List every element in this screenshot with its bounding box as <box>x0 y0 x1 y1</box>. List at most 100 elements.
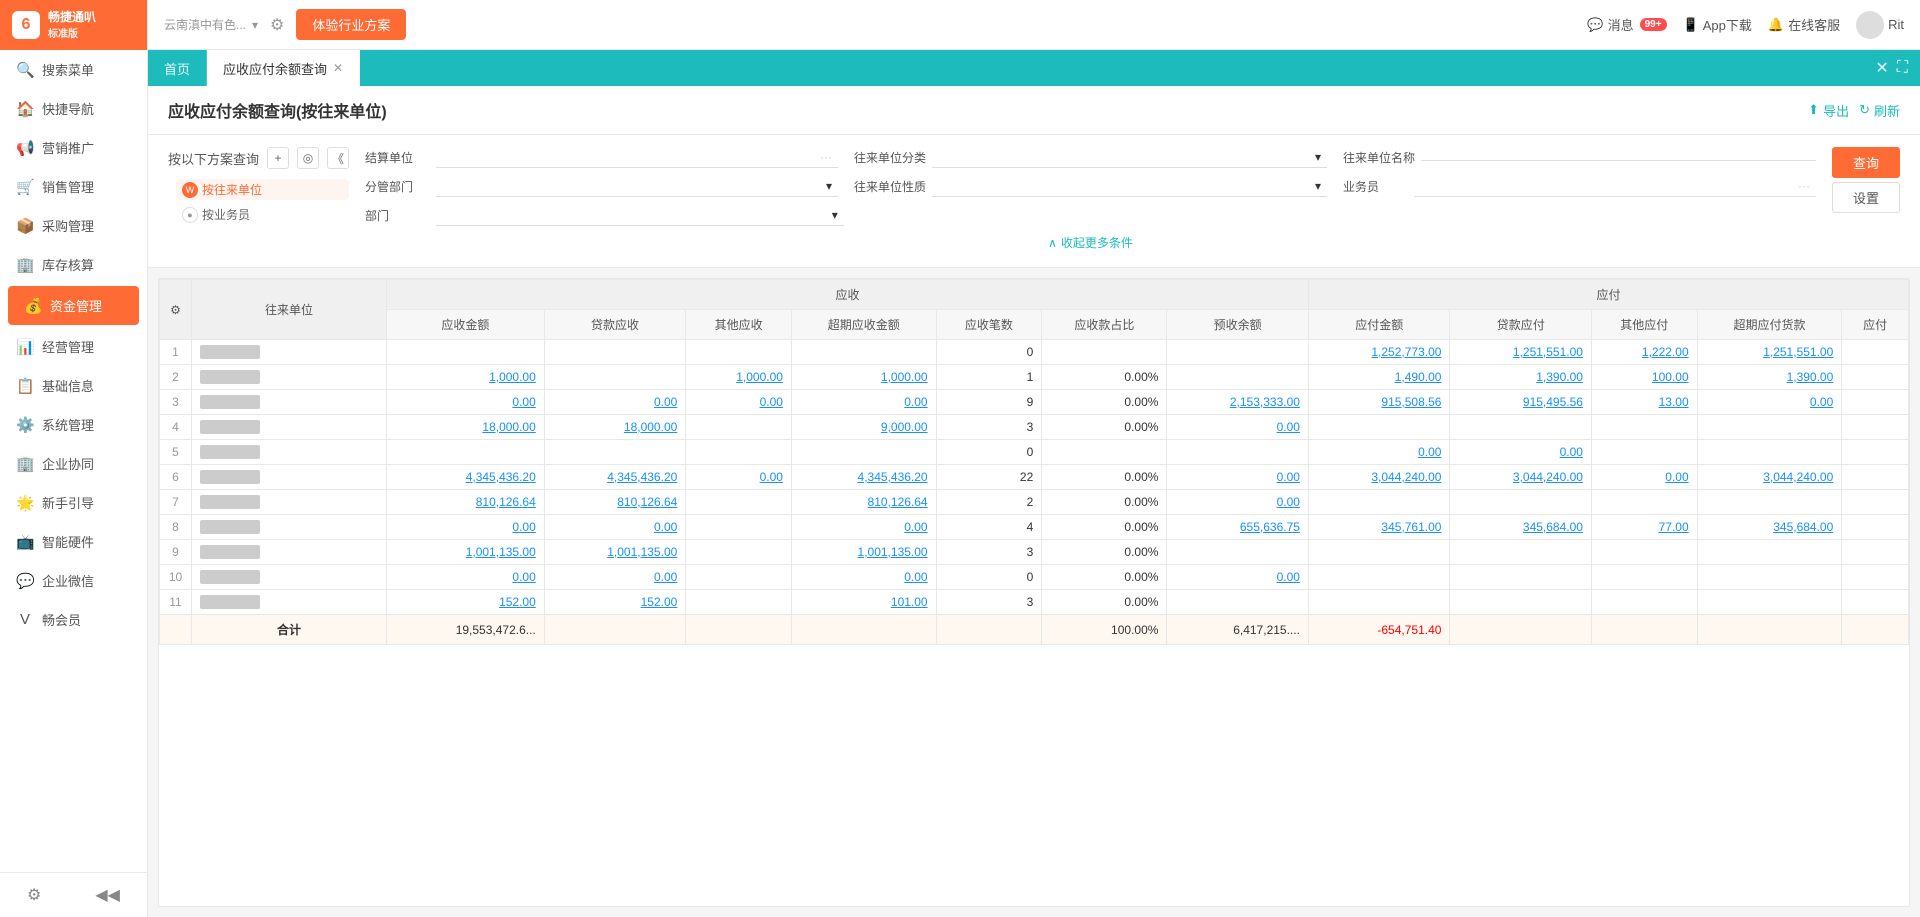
prepay-cell[interactable]: 0.00 <box>1167 465 1309 490</box>
ap_loan-cell[interactable]: 0.00 <box>1450 440 1592 465</box>
tab-close-icon[interactable]: ✕ <box>333 61 343 75</box>
ar_loan-cell[interactable]: 18,000.00 <box>544 415 686 440</box>
ar_loan-cell[interactable]: 4,345,436.20 <box>544 465 686 490</box>
export-button[interactable]: ⬆ 导出 <box>1808 101 1849 120</box>
topbar-gear-icon[interactable]: ⚙ <box>270 15 284 35</box>
sidebar-item-inventory[interactable]: 🏢 库存核算 <box>0 245 147 284</box>
sidebar-item-marketing[interactable]: 📢 营销推广 <box>0 128 147 167</box>
ap_other-cell[interactable]: 0.00 <box>1591 465 1697 490</box>
ap_amount-cell[interactable]: 345,761.00 <box>1308 515 1450 540</box>
prepay-cell[interactable]: 0.00 <box>1167 415 1309 440</box>
edit-scheme-button[interactable]: ◎ <box>297 147 319 169</box>
ar_loan-cell[interactable]: 152.00 <box>544 590 686 615</box>
sidebar-item-sales[interactable]: 🛒 销售管理 <box>0 167 147 206</box>
ar_amount-cell[interactable]: 0.00 <box>387 515 545 540</box>
ap_other-cell[interactable]: 1,222.00 <box>1591 340 1697 365</box>
prepay-cell[interactable]: 2,153,333.00 <box>1167 390 1309 415</box>
try-solution-button[interactable]: 体验行业方案 <box>296 9 406 40</box>
prepay-cell[interactable]: 0.00 <box>1167 565 1309 590</box>
ar_overdue-cell[interactable]: 101.00 <box>791 590 936 615</box>
salesman-input[interactable]: ··· <box>1414 176 1816 197</box>
manage-dept-input[interactable]: ▾ <box>436 176 838 197</box>
ar_amount-cell[interactable]: 1,001,135.00 <box>387 540 545 565</box>
tab-maximize-icon[interactable]: ⛶ <box>1897 59 1908 77</box>
ap_amount-cell[interactable]: 915,508.56 <box>1308 390 1450 415</box>
sidebar-item-finance[interactable]: 💰 资金管理 <box>8 286 139 325</box>
ar_overdue-cell[interactable]: 1,001,135.00 <box>791 540 936 565</box>
collapse-sidebar-icon[interactable]: ◀◀ <box>95 885 120 905</box>
ap_amount-cell[interactable]: 3,044,240.00 <box>1308 465 1450 490</box>
ar_amount-cell[interactable]: 0.00 <box>387 390 545 415</box>
sidebar-item-guide[interactable]: 🌟 新手引导 <box>0 483 147 522</box>
ap_overdue-cell[interactable]: 3,044,240.00 <box>1697 465 1842 490</box>
ar_overdue-cell[interactable]: 0.00 <box>791 390 936 415</box>
prepay-cell[interactable]: 0.00 <box>1167 490 1309 515</box>
ap_loan-cell[interactable]: 345,684.00 <box>1450 515 1592 540</box>
ar_other-cell[interactable]: 0.00 <box>686 465 792 490</box>
ar_loan-cell[interactable]: 810,126.64 <box>544 490 686 515</box>
ap_amount-cell[interactable]: 0.00 <box>1308 440 1450 465</box>
ap_loan-cell[interactable]: 3,044,240.00 <box>1450 465 1592 490</box>
ap_loan-cell[interactable]: 915,495.56 <box>1450 390 1592 415</box>
ar_loan-cell[interactable]: 1,001,135.00 <box>544 540 686 565</box>
ar_loan-cell[interactable]: 0.00 <box>544 390 686 415</box>
settings-col-header[interactable]: ⚙ <box>160 280 192 340</box>
sidebar-item-corp[interactable]: 🏢 企业协同 <box>0 444 147 483</box>
sidebar-item-wechat[interactable]: 💬 企业微信 <box>0 561 147 600</box>
ar_overdue-cell[interactable]: 810,126.64 <box>791 490 936 515</box>
query-button[interactable]: 查询 <box>1832 147 1900 178</box>
ap_other-cell[interactable]: 100.00 <box>1591 365 1697 390</box>
ap_overdue-cell[interactable]: 1,251,551.00 <box>1697 340 1842 365</box>
ar_overdue-cell[interactable]: 0.00 <box>791 565 936 590</box>
sidebar-item-ops[interactable]: 📊 经营管理 <box>0 327 147 366</box>
ar_overdue-cell[interactable]: 1,000.00 <box>791 365 936 390</box>
sidebar-item-purchase[interactable]: 📦 采购管理 <box>0 206 147 245</box>
tab-close-window-icon[interactable]: ✕ <box>1875 58 1888 78</box>
refresh-button[interactable]: ↻ 刷新 <box>1859 101 1900 120</box>
scheme-partner[interactable]: W 按往来单位 <box>176 179 349 200</box>
sidebar-item-basic[interactable]: 📋 基础信息 <box>0 366 147 405</box>
app-download-button[interactable]: 📱 App下载 <box>1683 15 1752 34</box>
ap_overdue-cell[interactable]: 1,390.00 <box>1697 365 1842 390</box>
prepay-cell[interactable]: 655,636.75 <box>1167 515 1309 540</box>
ar_other-cell[interactable]: 0.00 <box>686 390 792 415</box>
collapse-scheme-button[interactable]: 《 <box>327 147 349 169</box>
settlement-input[interactable]: ··· <box>436 147 838 168</box>
ar_loan-cell[interactable]: 0.00 <box>544 565 686 590</box>
ar_overdue-cell[interactable]: 0.00 <box>791 515 936 540</box>
ap_amount-cell[interactable]: 1,490.00 <box>1308 365 1450 390</box>
ar_amount-cell[interactable]: 18,000.00 <box>387 415 545 440</box>
user-menu[interactable]: Rit <box>1856 11 1904 39</box>
ap_other-cell[interactable]: 13.00 <box>1591 390 1697 415</box>
sidebar-item-system[interactable]: ⚙️ 系统管理 <box>0 405 147 444</box>
ar_amount-cell[interactable]: 810,126.64 <box>387 490 545 515</box>
ar_amount-cell[interactable]: 4,345,436.20 <box>387 465 545 490</box>
ap_other-cell[interactable]: 77.00 <box>1591 515 1697 540</box>
ar_overdue-cell[interactable]: 4,345,436.20 <box>791 465 936 490</box>
ap_overdue-cell[interactable]: 345,684.00 <box>1697 515 1842 540</box>
message-button[interactable]: 💬 消息 99+ <box>1587 15 1666 34</box>
ap_overdue-cell[interactable]: 0.00 <box>1697 390 1842 415</box>
ap_amount-cell[interactable]: 1,252,773.00 <box>1308 340 1450 365</box>
tab-home[interactable]: 首页 <box>148 50 207 86</box>
partner-name-input[interactable] <box>1421 154 1816 161</box>
collapse-more-button[interactable]: ∧ 收起更多条件 <box>365 230 1816 255</box>
ar_loan-cell[interactable]: 0.00 <box>544 515 686 540</box>
ap_loan-cell[interactable]: 1,390.00 <box>1450 365 1592 390</box>
set-button[interactable]: 设置 <box>1832 182 1900 213</box>
ar_other-cell[interactable]: 1,000.00 <box>686 365 792 390</box>
ar_amount-cell[interactable]: 152.00 <box>387 590 545 615</box>
partner-nature-input[interactable]: ▾ <box>932 176 1327 197</box>
add-scheme-button[interactable]: + <box>267 147 289 169</box>
tab-ar-ap[interactable]: 应收应付余额查询 ✕ <box>207 50 360 86</box>
online-service-button[interactable]: 🔔 在线客服 <box>1768 15 1840 34</box>
ap_loan-cell[interactable]: 1,251,551.00 <box>1450 340 1592 365</box>
dept-input[interactable]: ▾ <box>436 205 844 226</box>
partner-type-input[interactable]: ▾ <box>932 147 1327 168</box>
settings-bottom-icon[interactable]: ⚙ <box>27 885 41 905</box>
ar_overdue-cell[interactable]: 9,000.00 <box>791 415 936 440</box>
ar_amount-cell[interactable]: 1,000.00 <box>387 365 545 390</box>
sidebar-item-quick[interactable]: 🏠 快捷导航 <box>0 89 147 128</box>
sidebar-item-member[interactable]: V 畅会员 <box>0 600 147 639</box>
breadcrumb-dropdown-icon[interactable]: ▾ <box>252 18 258 32</box>
